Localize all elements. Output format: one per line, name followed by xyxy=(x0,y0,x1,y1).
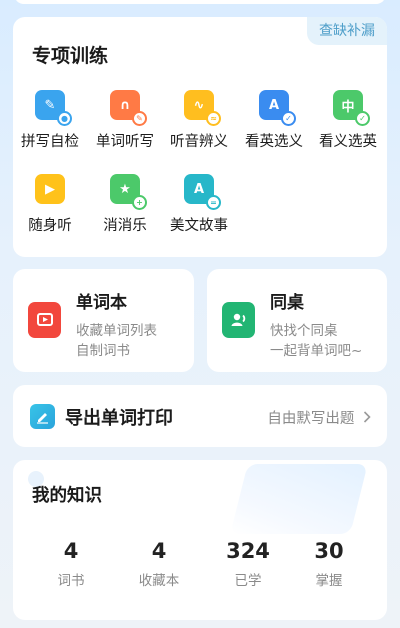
spell-check-icon: ✎ ● xyxy=(35,90,72,126)
free-dictation-link[interactable]: 自由默写出题 xyxy=(267,407,371,428)
chevron-right-icon xyxy=(363,411,371,427)
decorative-shape xyxy=(230,464,368,534)
stat-learned[interactable]: 324 已学 xyxy=(208,539,288,589)
stat-collections[interactable]: 4 收藏本 xyxy=(119,539,199,589)
tool-word-dictation[interactable]: ∩ ✎ 单词听写 xyxy=(88,90,162,151)
stat-label: 已学 xyxy=(234,573,262,589)
stat-mastered[interactable]: 30 掌握 xyxy=(289,539,369,589)
tool-label: 单词听写 xyxy=(96,134,154,150)
deskmate-title: 同桌 xyxy=(270,293,304,313)
audio-wave-icon: ∿ ≈ xyxy=(184,90,221,126)
stat-wordbooks[interactable]: 4 词书 xyxy=(31,539,111,589)
chinese-char-icon: 中 ✓ xyxy=(333,90,370,126)
wordbook-subtitle-1: 收藏单词列表 xyxy=(76,323,157,339)
stat-value: 4 xyxy=(151,539,167,563)
deskmate-card[interactable]: 同桌 快找个同桌 一起背单词吧~ xyxy=(207,269,387,372)
stat-value: 324 xyxy=(226,539,270,563)
tool-meaning-to-english[interactable]: 中 ✓ 看义选英 xyxy=(311,90,385,151)
deskmate-subtitle-1: 快找个同桌 xyxy=(270,323,338,339)
tool-label: 看英选义 xyxy=(245,134,303,150)
tool-spell-check[interactable]: ✎ ● 拼写自检 xyxy=(13,90,87,151)
headphones-icon: ∩ ✎ xyxy=(110,90,147,126)
wordbook-icon xyxy=(28,302,61,338)
stat-label: 词书 xyxy=(57,573,85,589)
stat-value: 30 xyxy=(314,539,344,563)
deskmate-subtitle-2: 一起背单词吧~ xyxy=(270,343,363,359)
stat-label: 收藏本 xyxy=(138,573,180,589)
english-letter-icon: A ✓ xyxy=(259,90,296,126)
tool-stories[interactable]: A = 美文故事 xyxy=(162,174,236,235)
tool-match-game[interactable]: ★ + 消消乐 xyxy=(88,174,162,235)
tool-english-to-meaning[interactable]: A ✓ 看英选义 xyxy=(237,90,311,151)
stat-label: 掌握 xyxy=(315,573,343,589)
tool-label: 看义选英 xyxy=(319,134,377,150)
section-title: 专项训练 xyxy=(32,45,109,67)
special-training-card: 专项训练 查缺补漏 ✎ ● 拼写自检 ∩ ✎ 单词听写 ∿ ≈ 听音辨义 A ✓ 看英选… xyxy=(13,17,387,257)
wordbook-title: 单词本 xyxy=(76,293,127,313)
tool-portable-listening[interactable]: ▶ 随身听 xyxy=(13,174,87,235)
wordbook-card[interactable]: 单词本 收藏单词列表 自制词书 xyxy=(13,269,194,372)
star-game-icon: ★ + xyxy=(110,174,147,210)
fill-gaps-button[interactable]: 查缺补漏 xyxy=(307,17,387,45)
stat-value: 4 xyxy=(63,539,79,563)
my-knowledge-card: 我的知识 4 词书 4 收藏本 324 已学 30 掌握 xyxy=(13,460,387,620)
tool-label: 听音辨义 xyxy=(170,134,228,150)
export-print-row[interactable]: 导出单词打印 自由默写出题 xyxy=(13,385,387,447)
previous-card-edge xyxy=(14,0,386,4)
knowledge-title: 我的知识 xyxy=(32,486,102,506)
tool-label: 拼写自检 xyxy=(21,134,79,150)
tool-listen-meaning[interactable]: ∿ ≈ 听音辨义 xyxy=(162,90,236,151)
tool-label: 随身听 xyxy=(28,218,72,234)
tool-label: 美文故事 xyxy=(170,218,228,234)
edit-print-icon xyxy=(30,404,55,429)
deskmate-icon xyxy=(222,302,255,338)
wordbook-subtitle-2: 自制词书 xyxy=(76,343,130,359)
play-icon: ▶ xyxy=(35,174,65,204)
export-label: 导出单词打印 xyxy=(65,408,173,429)
free-dictation-label: 自由默写出题 xyxy=(267,411,355,427)
tool-label: 消消乐 xyxy=(103,218,147,234)
story-book-icon: A = xyxy=(184,174,221,210)
